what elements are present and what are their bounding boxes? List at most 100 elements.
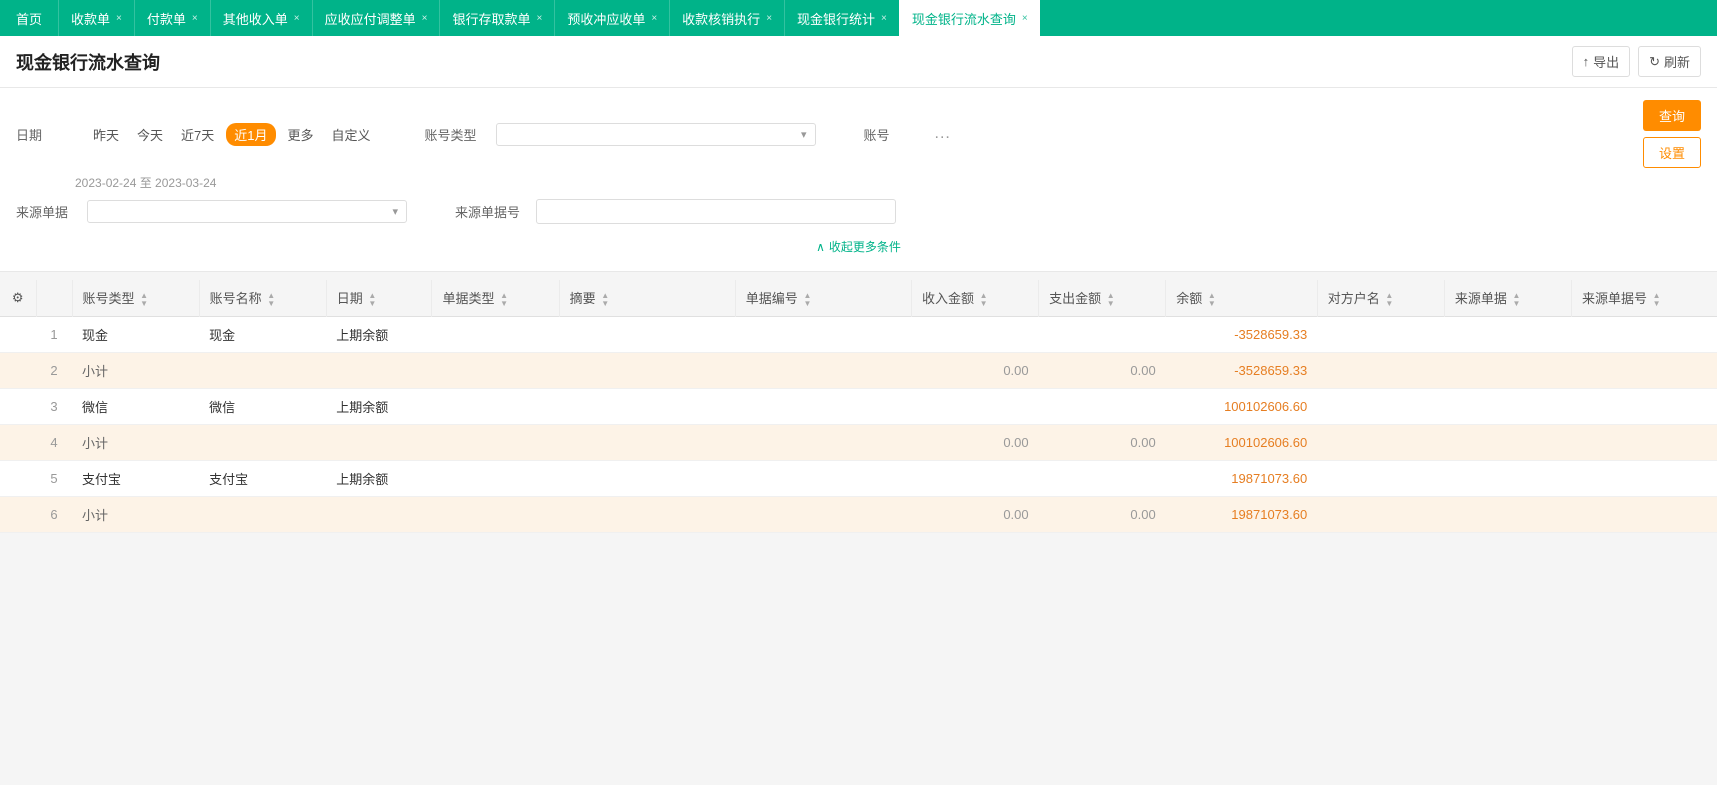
td-summary bbox=[559, 388, 735, 424]
collapse-label: 收起更多条件 bbox=[829, 238, 901, 255]
collapse-bar[interactable]: ∧ 收起更多条件 bbox=[16, 234, 1701, 259]
close-icon[interactable]: × bbox=[766, 13, 772, 24]
td-counterpart bbox=[1317, 496, 1444, 532]
export-icon: ↑ bbox=[1583, 54, 1590, 69]
source-doc-label: 来源单据 bbox=[16, 202, 71, 221]
close-icon[interactable]: × bbox=[1022, 13, 1028, 24]
shortcut-1month[interactable]: 近1月 bbox=[226, 123, 275, 146]
account-dots[interactable]: ... bbox=[935, 125, 951, 143]
sort-icon: ▲▼ bbox=[1208, 292, 1216, 308]
th-counterpart[interactable]: 对方户名 ▲▼ bbox=[1317, 280, 1444, 316]
td-source-doc bbox=[1444, 496, 1571, 532]
td-counterpart bbox=[1317, 388, 1444, 424]
chevron-down-icon: ▾ bbox=[801, 128, 807, 141]
td-settings bbox=[0, 496, 36, 532]
td-doc-type bbox=[432, 460, 559, 496]
th-balance[interactable]: 余额 ▲▼ bbox=[1166, 280, 1317, 316]
shortcut-custom[interactable]: 自定义 bbox=[326, 123, 377, 146]
table-row: 2 小计 0.00 0.00 -3528659.33 bbox=[0, 352, 1717, 388]
shortcut-yesterday[interactable]: 昨天 bbox=[87, 123, 125, 146]
td-summary bbox=[559, 352, 735, 388]
th-income[interactable]: 收入金额 ▲▼ bbox=[912, 280, 1039, 316]
td-doc-type bbox=[432, 496, 559, 532]
th-expense[interactable]: 支出金额 ▲▼ bbox=[1039, 280, 1166, 316]
nav-tab-bank-stats[interactable]: 现金银行统计 × bbox=[784, 0, 899, 36]
nav-tab-verify[interactable]: 收款核销执行 × bbox=[669, 0, 784, 36]
filter-panel: 日期 昨天 今天 近7天 近1月 更多 自定义 账号类型 ▾ 账号 ... 查询… bbox=[0, 88, 1717, 272]
td-account-name: 支付宝 bbox=[199, 460, 326, 496]
sort-icon: ▲▼ bbox=[1653, 292, 1661, 308]
th-account-type[interactable]: 账号类型 ▲▼ bbox=[72, 280, 199, 316]
th-date[interactable]: 日期 ▲▼ bbox=[326, 280, 432, 316]
td-balance: 19871073.60 bbox=[1166, 460, 1317, 496]
td-row-num: 4 bbox=[36, 424, 72, 460]
td-account-name bbox=[199, 496, 326, 532]
data-table: ⚙ 账号类型 ▲▼ 账号名称 ▲▼ 日期 ▲▼ 单据类型 ▲▼ bbox=[0, 280, 1717, 533]
sort-icon: ▲▼ bbox=[1512, 292, 1520, 308]
td-source-doc bbox=[1444, 424, 1571, 460]
td-doc-type bbox=[432, 424, 559, 460]
settings-button[interactable]: 设置 bbox=[1643, 137, 1701, 168]
header-actions: ↑ 导出 ↻ 刷新 bbox=[1572, 46, 1701, 77]
source-doc-select[interactable]: ▾ bbox=[87, 200, 407, 223]
td-doc-no bbox=[735, 388, 911, 424]
close-icon[interactable]: × bbox=[536, 13, 542, 24]
td-income: 0.00 bbox=[912, 424, 1039, 460]
account-type-label: 账号类型 bbox=[425, 125, 480, 144]
nav-tab-bank-flow[interactable]: 现金银行流水查询 × bbox=[899, 0, 1040, 36]
date-shortcuts: 昨天 今天 近7天 近1月 更多 自定义 bbox=[87, 123, 377, 146]
td-balance: 100102606.60 bbox=[1166, 388, 1317, 424]
th-doc-type[interactable]: 单据类型 ▲▼ bbox=[432, 280, 559, 316]
td-doc-no bbox=[735, 352, 911, 388]
shortcut-7days[interactable]: 近7天 bbox=[175, 123, 220, 146]
td-account-name bbox=[199, 424, 326, 460]
close-icon[interactable]: × bbox=[422, 13, 428, 24]
shortcut-today[interactable]: 今天 bbox=[131, 123, 169, 146]
td-balance: 100102606.60 bbox=[1166, 424, 1317, 460]
th-source-doc-no[interactable]: 来源单据号 ▲▼ bbox=[1571, 280, 1717, 316]
close-icon[interactable]: × bbox=[192, 13, 198, 24]
td-doc-type bbox=[432, 388, 559, 424]
td-source-doc-no bbox=[1571, 496, 1717, 532]
table-header-row: ⚙ 账号类型 ▲▼ 账号名称 ▲▼ 日期 ▲▼ 单据类型 ▲▼ bbox=[0, 280, 1717, 316]
td-doc-no bbox=[735, 424, 911, 460]
close-icon[interactable]: × bbox=[651, 13, 657, 24]
th-account-name[interactable]: 账号名称 ▲▼ bbox=[199, 280, 326, 316]
th-settings[interactable]: ⚙ bbox=[0, 280, 36, 316]
action-buttons: 查询 设置 bbox=[1643, 100, 1701, 168]
filter-row-date: 日期 昨天 今天 近7天 近1月 更多 自定义 账号类型 ▾ 账号 ... 查询… bbox=[16, 100, 1701, 168]
refresh-button[interactable]: ↻ 刷新 bbox=[1638, 46, 1701, 77]
th-source-doc[interactable]: 来源单据 ▲▼ bbox=[1444, 280, 1571, 316]
td-source-doc bbox=[1444, 316, 1571, 352]
td-settings bbox=[0, 424, 36, 460]
td-date bbox=[326, 496, 432, 532]
close-icon[interactable]: × bbox=[116, 13, 122, 24]
td-account-name: 微信 bbox=[199, 388, 326, 424]
th-doc-no[interactable]: 单据编号 ▲▼ bbox=[735, 280, 911, 316]
th-summary[interactable]: 摘要 ▲▼ bbox=[559, 280, 735, 316]
refresh-icon: ↻ bbox=[1649, 54, 1660, 70]
query-button[interactable]: 查询 bbox=[1643, 100, 1701, 131]
source-doc-no-label: 来源单据号 bbox=[455, 202, 520, 221]
table-row: 4 小计 0.00 0.00 100102606.60 bbox=[0, 424, 1717, 460]
close-icon[interactable]: × bbox=[881, 13, 887, 24]
export-button[interactable]: ↑ 导出 bbox=[1572, 46, 1631, 77]
table-container: ⚙ 账号类型 ▲▼ 账号名称 ▲▼ 日期 ▲▼ 单据类型 ▲▼ bbox=[0, 280, 1717, 533]
nav-tab-adjustment[interactable]: 应收应付调整单 × bbox=[312, 0, 440, 36]
nav-tab-advance[interactable]: 预收冲应收单 × bbox=[554, 0, 669, 36]
td-expense: 0.00 bbox=[1039, 424, 1166, 460]
td-expense bbox=[1039, 316, 1166, 352]
nav-tab-payment[interactable]: 付款单 × bbox=[134, 0, 210, 36]
nav-tab-other-income[interactable]: 其他收入单 × bbox=[210, 0, 312, 36]
shortcut-more[interactable]: 更多 bbox=[282, 123, 320, 146]
account-type-select[interactable]: ▾ bbox=[496, 123, 816, 146]
td-source-doc-no bbox=[1571, 424, 1717, 460]
source-doc-no-input[interactable] bbox=[536, 199, 896, 224]
td-counterpart bbox=[1317, 316, 1444, 352]
nav-tab-bank-deposit[interactable]: 银行存取款单 × bbox=[439, 0, 554, 36]
page-title: 现金银行流水查询 bbox=[16, 49, 160, 75]
td-account-name bbox=[199, 352, 326, 388]
nav-tab-receipt[interactable]: 收款单 × bbox=[58, 0, 134, 36]
close-icon[interactable]: × bbox=[294, 13, 300, 24]
nav-home[interactable]: 首页 bbox=[0, 0, 58, 36]
